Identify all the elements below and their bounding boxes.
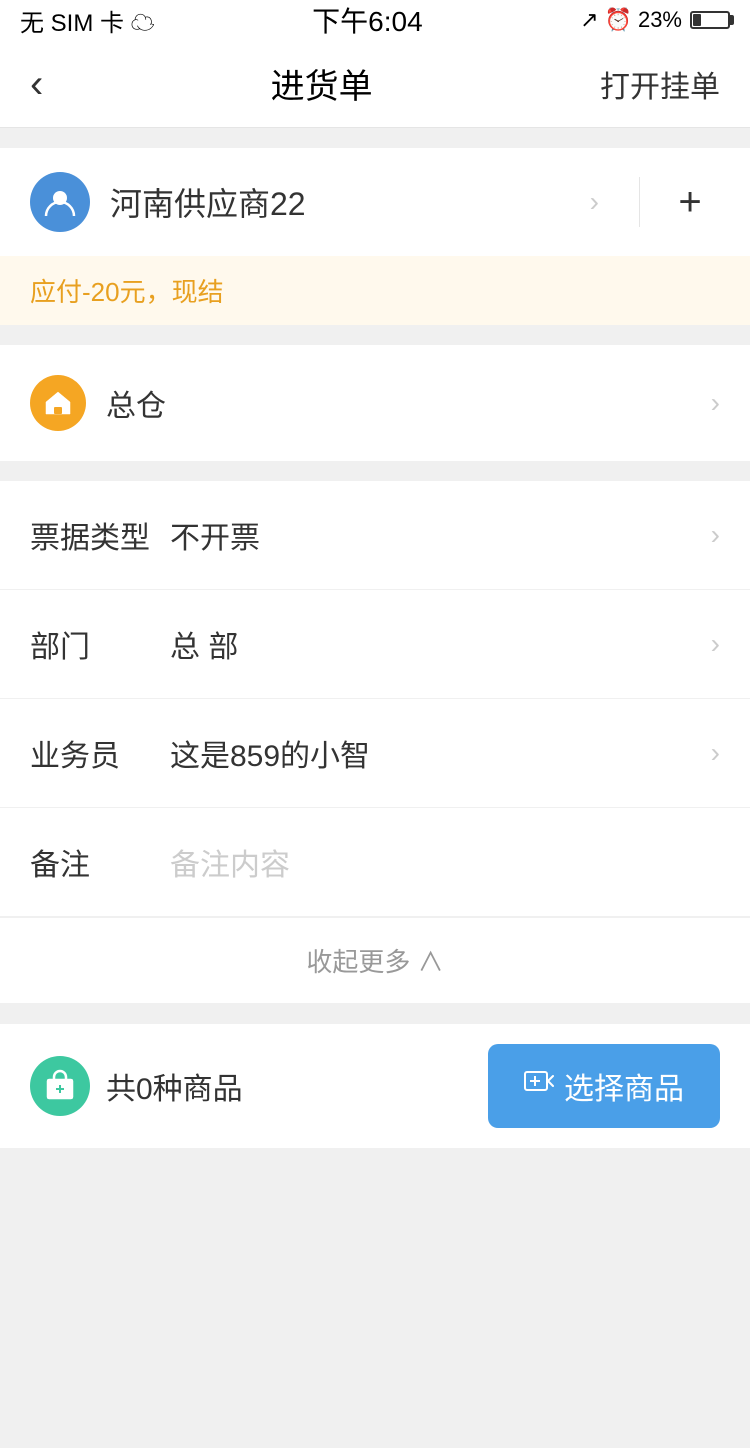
- add-supplier-button[interactable]: +: [660, 172, 720, 232]
- select-product-button[interactable]: 选择商品: [488, 1044, 720, 1128]
- form-row-ticket[interactable]: 票据类型 不开票 ›: [0, 481, 750, 590]
- warehouse-row[interactable]: 总仓 ›: [0, 345, 750, 461]
- form-row-remark[interactable]: 备注 备注内容: [0, 808, 750, 917]
- section-gap-3: [0, 461, 750, 481]
- collapse-toggle[interactable]: 收起更多 ∧: [0, 917, 750, 1003]
- page-background: [0, 1148, 750, 1448]
- supplier-row[interactable]: 河南供应商22 › +: [0, 148, 750, 256]
- select-product-icon: [524, 1070, 554, 1102]
- form-section: 票据类型 不开票 › 部门 总 部 › 业务员 这是859的小智 › 备注 备注…: [0, 481, 750, 1003]
- ticket-value: 不开票: [160, 513, 711, 557]
- warehouse-icon-wrap: [30, 375, 86, 431]
- page-title: 进货单: [271, 59, 373, 108]
- supplier-chevron-icon: ›: [590, 186, 599, 218]
- open-pending-button[interactable]: 打开挂单: [600, 62, 720, 106]
- battery-percent: 23%: [638, 7, 682, 33]
- nav-bar: ‹ 进货单 打开挂单: [0, 40, 750, 128]
- form-row-salesperson[interactable]: 业务员 这是859的小智 ›: [0, 699, 750, 808]
- bottom-bar: 共0种商品 选择商品: [0, 1023, 750, 1148]
- warehouse-chevron-icon: ›: [711, 387, 720, 419]
- supplier-divider: [639, 177, 640, 227]
- status-bar: 无 SIM 卡 ☁ 下午6:04 ↗ ⏰ 23%: [0, 0, 750, 40]
- sim-label: 无 SIM 卡 ☁: [20, 3, 155, 38]
- ticket-chevron-icon: ›: [711, 519, 720, 551]
- warning-banner: 应付-20元，现结: [0, 256, 750, 325]
- department-chevron-icon: ›: [711, 628, 720, 660]
- supplier-card: 河南供应商22 › + 应付-20元，现结: [0, 148, 750, 325]
- remark-key: 备注: [30, 840, 160, 884]
- status-time: 下午6:04: [312, 0, 423, 40]
- salesperson-value: 这是859的小智: [160, 731, 711, 775]
- section-gap-2: [0, 325, 750, 345]
- ticket-key: 票据类型: [30, 513, 160, 557]
- supplier-avatar: [30, 172, 90, 232]
- section-gap-4: [0, 1003, 750, 1023]
- product-count: 共0种商品: [106, 1064, 488, 1108]
- back-button[interactable]: ‹: [30, 64, 43, 104]
- salesperson-key: 业务员: [30, 731, 160, 775]
- status-left: 无 SIM 卡 ☁: [20, 3, 155, 38]
- status-right: ↗ ⏰ 23%: [580, 7, 730, 33]
- salesperson-chevron-icon: ›: [711, 737, 720, 769]
- warehouse-card: 总仓 ›: [0, 345, 750, 461]
- supplier-name: 河南供应商22: [110, 179, 590, 225]
- department-key: 部门: [30, 622, 160, 666]
- section-gap-1: [0, 128, 750, 148]
- alarm-icon: ⏰: [605, 7, 632, 33]
- warehouse-label: 总仓: [106, 381, 711, 425]
- department-value: 总 部: [160, 622, 711, 666]
- form-row-department[interactable]: 部门 总 部 ›: [0, 590, 750, 699]
- battery-icon: [690, 11, 730, 29]
- product-icon-wrap: [30, 1056, 90, 1116]
- select-product-label: 选择商品: [564, 1064, 684, 1108]
- remark-value[interactable]: 备注内容: [160, 840, 720, 884]
- location-icon: ↗: [580, 7, 598, 33]
